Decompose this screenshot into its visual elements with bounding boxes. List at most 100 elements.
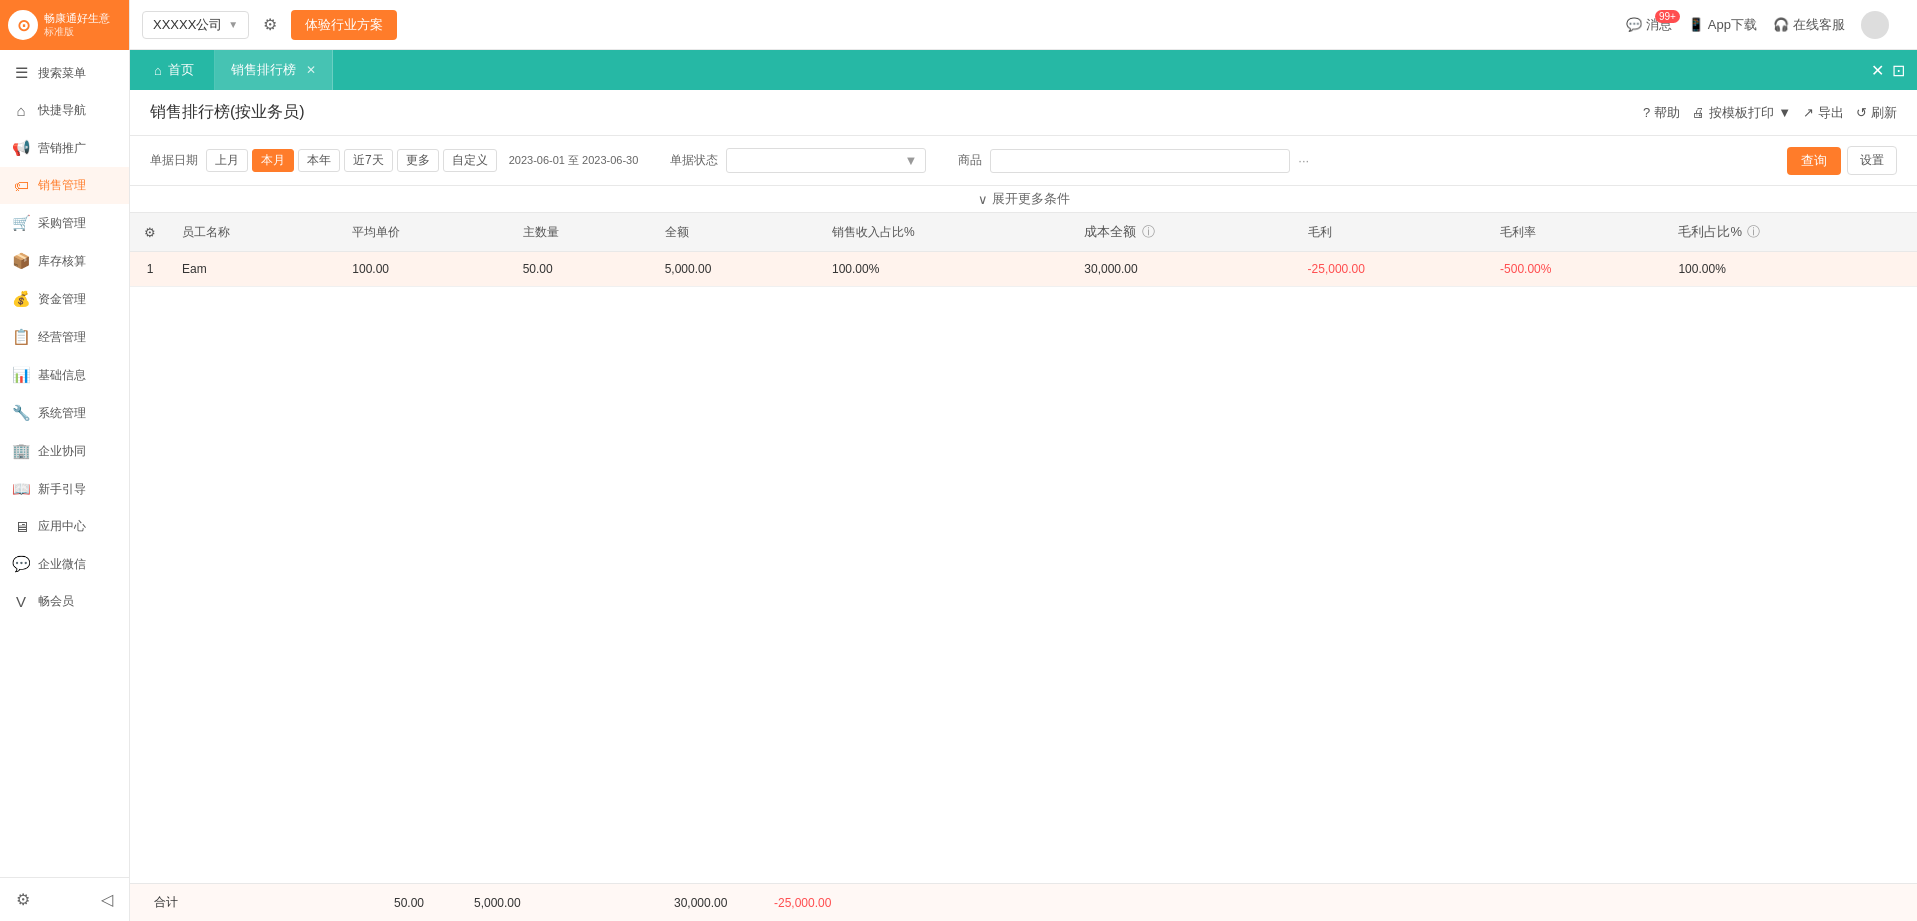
date-btn-more[interactable]: 更多 xyxy=(397,149,439,172)
sidebar-item-finance[interactable]: 💰 资金管理 xyxy=(0,280,129,318)
message-button[interactable]: 💬 消息 99+ xyxy=(1626,16,1672,34)
page-header: 销售排行榜(按业务员) ? 帮助 🖨 按模板打印 ▼ ↗ 导出 ↺ 刷新 xyxy=(130,90,1917,136)
nav-label-inventory: 库存核算 xyxy=(38,253,86,270)
cell-profit-rate: -500.00% xyxy=(1488,252,1666,287)
tab-sales-rank[interactable]: 销售排行榜 ✕ xyxy=(215,50,333,90)
sidebar-logo: ⊙ 畅康通好生意 标准版 xyxy=(0,0,129,50)
goods-filter-more-icon[interactable]: ··· xyxy=(1298,153,1309,168)
nav-icon-sales: 🏷 xyxy=(12,177,30,194)
online-service-button[interactable]: 🎧 在线客服 xyxy=(1773,16,1845,34)
date-btn-custom[interactable]: 自定义 xyxy=(443,149,497,172)
nav-label-finance: 资金管理 xyxy=(38,291,86,308)
status-select-arrow-icon: ▼ xyxy=(904,153,917,168)
cell-profit-pct: 100.00% xyxy=(1666,252,1917,287)
status-filter-label: 单据状态 xyxy=(670,152,718,169)
nav-label-member: 畅会员 xyxy=(38,593,74,610)
tab-home-label: 首页 xyxy=(168,61,194,79)
goods-filter-input[interactable] xyxy=(990,149,1290,173)
cell-cost: 30,000.00 xyxy=(1072,252,1295,287)
page-title: 销售排行榜(按业务员) xyxy=(150,102,305,123)
tab-close-window-icon[interactable]: ✕ xyxy=(1871,61,1884,80)
sidebar-item-sales[interactable]: 🏷 销售管理 xyxy=(0,167,129,204)
cell-name: Eam xyxy=(170,252,340,287)
goods-filter-section: 商品 ··· xyxy=(958,149,1309,173)
col-avg-price: 平均单价 xyxy=(340,213,510,252)
tab-close-icon[interactable]: ✕ xyxy=(306,63,316,77)
sidebar-item-member[interactable]: V 畅会员 xyxy=(0,583,129,620)
table-footer: 合计 50.00 5,000.00 30,000.00 -25,000.00 xyxy=(130,883,1917,921)
tab-right-controls: ✕ ⊡ xyxy=(1871,61,1913,80)
col-settings[interactable]: ⚙ xyxy=(130,213,170,252)
page-actions: ? 帮助 🖨 按模板打印 ▼ ↗ 导出 ↺ 刷新 xyxy=(1643,104,1897,122)
cell-sales-pct: 100.00% xyxy=(820,252,1072,287)
sidebar-settings-icon[interactable]: ⚙ xyxy=(12,886,34,913)
sidebar-item-wechat[interactable]: 💬 企业微信 xyxy=(0,545,129,583)
col-profit-rate: 毛利率 xyxy=(1488,213,1666,252)
cost-info-icon[interactable]: ⓘ xyxy=(1142,224,1155,239)
refresh-button[interactable]: ↺ 刷新 xyxy=(1856,104,1897,122)
date-range-text: 2023-06-01 至 2023-06-30 xyxy=(509,153,639,168)
filter-bar: 单据日期 上月 本月 本年 近7天 更多 自定义 2023-06-01 至 20… xyxy=(130,136,1917,186)
sidebar-collapse-icon[interactable]: ◁ xyxy=(97,886,117,913)
user-avatar[interactable] xyxy=(1861,11,1889,39)
sidebar-item-quick-nav[interactable]: ⌂ 快捷导航 xyxy=(0,92,129,129)
tab-maximize-icon[interactable]: ⊡ xyxy=(1892,61,1905,80)
date-filter-section: 单据日期 上月 本月 本年 近7天 更多 自定义 2023-06-01 至 20… xyxy=(150,149,638,172)
company-selector[interactable]: XXXXX公司 ▼ xyxy=(142,11,249,39)
nav-label-system: 系统管理 xyxy=(38,405,86,422)
nav-icon-app-center: 🖥 xyxy=(12,518,30,535)
date-btn-7days[interactable]: 近7天 xyxy=(344,149,393,172)
sidebar-item-app-center[interactable]: 🖥 应用中心 xyxy=(0,508,129,545)
query-button[interactable]: 查询 xyxy=(1787,147,1841,175)
sidebar-bottom: ⚙ ◁ xyxy=(0,877,129,921)
sidebar-item-basic[interactable]: 📊 基础信息 xyxy=(0,356,129,394)
sidebar-item-operations[interactable]: 📋 经营管理 xyxy=(0,318,129,356)
sidebar-item-inventory[interactable]: 📦 库存核算 xyxy=(0,242,129,280)
page-content: 销售排行榜(按业务员) ? 帮助 🖨 按模板打印 ▼ ↗ 导出 ↺ 刷新 xyxy=(130,90,1917,921)
tab-home[interactable]: ⌂ 首页 xyxy=(134,50,215,90)
nav-label-basic: 基础信息 xyxy=(38,367,86,384)
trial-button[interactable]: 体验行业方案 xyxy=(291,10,397,40)
nav-label-marketing: 营销推广 xyxy=(38,140,86,157)
col-settings-icon: ⚙ xyxy=(144,225,156,240)
expand-conditions-button[interactable]: ∨ 展开更多条件 xyxy=(978,190,1070,208)
headset-icon: 🎧 xyxy=(1773,17,1789,32)
topbar-settings-icon[interactable]: ⚙ xyxy=(259,11,281,38)
footer-cost: 30,000.00 xyxy=(662,896,762,910)
sidebar-item-marketing[interactable]: 📢 营销推广 xyxy=(0,129,129,167)
refresh-icon: ↺ xyxy=(1856,105,1867,120)
date-btn-this-month[interactable]: 本月 xyxy=(252,149,294,172)
expand-conditions-bar[interactable]: ∨ 展开更多条件 xyxy=(130,186,1917,213)
col-profit: 毛利 xyxy=(1296,213,1489,252)
company-arrow-icon: ▼ xyxy=(228,19,238,30)
sidebar-item-system[interactable]: 🔧 系统管理 xyxy=(0,394,129,432)
nav-icon-operations: 📋 xyxy=(12,328,30,346)
settings-filter-button[interactable]: 设置 xyxy=(1847,146,1897,175)
cell-avg-price: 100.00 xyxy=(340,252,510,287)
company-name: XXXXX公司 xyxy=(153,16,222,34)
home-icon: ⌂ xyxy=(154,63,162,78)
table-header-row: ⚙ 员工名称 平均单价 主数量 全额 销售收入占比% 成本全额 ⓘ 毛利 毛利率 xyxy=(130,213,1917,252)
date-btn-last-month[interactable]: 上月 xyxy=(206,149,248,172)
print-button[interactable]: 🖨 按模板打印 ▼ xyxy=(1692,104,1791,122)
sidebar-item-enterprise[interactable]: 🏢 企业协同 xyxy=(0,432,129,470)
sidebar-item-guide[interactable]: 📖 新手引导 xyxy=(0,470,129,508)
nav-icon-finance: 💰 xyxy=(12,290,30,308)
date-btn-this-year[interactable]: 本年 xyxy=(298,149,340,172)
nav-label-purchase: 采购管理 xyxy=(38,215,86,232)
profit-pct-info-icon[interactable]: ⓘ xyxy=(1747,224,1760,239)
nav-icon-quick-nav: ⌂ xyxy=(12,102,30,119)
nav-label-wechat: 企业微信 xyxy=(38,556,86,573)
cell-qty: 50.00 xyxy=(511,252,653,287)
export-button[interactable]: ↗ 导出 xyxy=(1803,104,1844,122)
status-filter-select[interactable]: ▼ xyxy=(726,148,926,173)
logo-text-block: 畅康通好生意 标准版 xyxy=(44,11,110,39)
print-icon: 🖨 xyxy=(1692,105,1705,120)
sidebar-item-purchase[interactable]: 🛒 采购管理 xyxy=(0,204,129,242)
col-profit-pct: 毛利占比% ⓘ xyxy=(1666,213,1917,252)
app-download-button[interactable]: 📱 App下载 xyxy=(1688,16,1757,34)
service-label: 在线客服 xyxy=(1793,16,1845,34)
nav-label-quick-nav: 快捷导航 xyxy=(38,102,86,119)
sidebar-item-search[interactable]: ☰ 搜索菜单 xyxy=(0,54,129,92)
help-button[interactable]: ? 帮助 xyxy=(1643,104,1680,122)
